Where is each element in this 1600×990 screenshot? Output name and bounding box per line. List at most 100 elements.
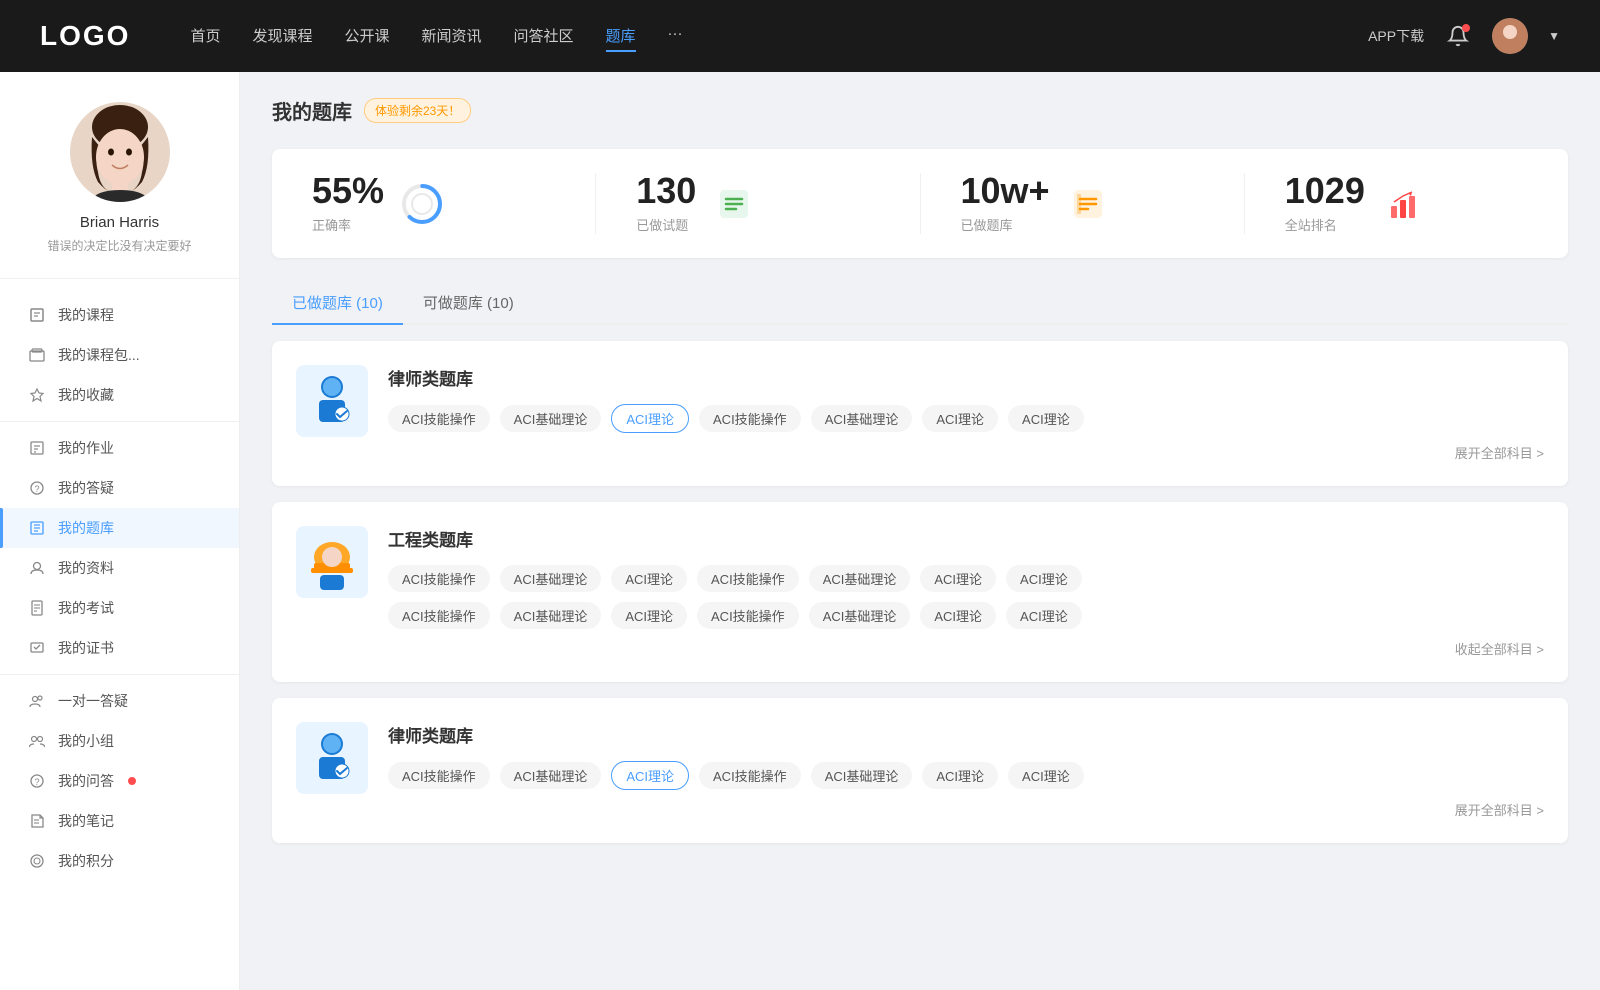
sidebar-item-my-course-package[interactable]: 我的课程包...	[0, 335, 239, 375]
sidebar-item-my-qa[interactable]: ? 我的问答	[0, 761, 239, 801]
main-layout: Brian Harris 错误的决定比没有决定要好 我的课程 我的课程包...	[0, 72, 1600, 990]
eng-tag-r2-2[interactable]: ACI理论	[611, 602, 687, 629]
sidebar: Brian Harris 错误的决定比没有决定要好 我的课程 我的课程包...	[0, 72, 240, 990]
tabs-row: 已做题库 (10) 可做题库 (10)	[272, 282, 1568, 325]
stat-done-questions-text: 130 已做试题	[636, 173, 696, 234]
eng-tag-r1-1[interactable]: ACI基础理论	[500, 565, 602, 592]
eng-tag-r1-4[interactable]: ACI基础理论	[809, 565, 911, 592]
tab-done-banks[interactable]: 已做题库 (10)	[272, 282, 403, 323]
nav-more[interactable]: ···	[668, 21, 683, 52]
qbank-card-engineer: 工程类题库 ACI技能操作 ACI基础理论 ACI理论 ACI技能操作 ACI基…	[272, 502, 1568, 682]
logo: LOGO	[40, 20, 130, 52]
sidebar-item-my-qbank-label: 我的题库	[58, 518, 114, 538]
nav-news[interactable]: 新闻资讯	[422, 21, 482, 52]
nav-qa[interactable]: 问答社区	[514, 21, 574, 52]
eng-tag-r1-3[interactable]: ACI技能操作	[697, 565, 799, 592]
qbank-title-lawyer-1: 律师类题库	[388, 365, 1544, 390]
stat-done-banks-label: 已做题库	[961, 215, 1050, 234]
expand-btn-lawyer-1[interactable]: 展开全部科目 >	[388, 443, 1544, 462]
collapse-btn-engineer[interactable]: 收起全部科目 >	[388, 639, 1544, 658]
eng-tag-r1-5[interactable]: ACI理论	[920, 565, 996, 592]
user-avatar	[70, 102, 170, 202]
qbank-tags-engineer-row1: ACI技能操作 ACI基础理论 ACI理论 ACI技能操作 ACI基础理论 AC…	[388, 565, 1544, 592]
tab-available-banks[interactable]: 可做题库 (10)	[403, 282, 534, 323]
sidebar-item-my-homework[interactable]: 我的作业	[0, 428, 239, 468]
sidebar-item-my-questions[interactable]: ? 我的答疑	[0, 468, 239, 508]
sidebar-item-my-certificate[interactable]: 我的证书	[0, 628, 239, 668]
nav-question-bank[interactable]: 题库	[606, 21, 636, 52]
eng-tag-r2-0[interactable]: ACI技能操作	[388, 602, 490, 629]
eng-tag-r1-0[interactable]: ACI技能操作	[388, 565, 490, 592]
sidebar-item-my-exam[interactable]: 我的考试	[0, 588, 239, 628]
sidebar-item-my-course-package-label: 我的课程包...	[58, 345, 140, 365]
favorites-icon	[28, 386, 46, 404]
qbank-tags-engineer-row2: ACI技能操作 ACI基础理论 ACI理论 ACI技能操作 ACI基础理论 AC…	[388, 602, 1544, 629]
nav-open-course[interactable]: 公开课	[344, 21, 389, 52]
sidebar-item-my-qa-label: 我的问答	[58, 771, 114, 791]
stat-accuracy-value: 55%	[312, 173, 384, 209]
my-qa-icon: ?	[28, 772, 46, 790]
qbank-card-lawyer-2: 律师类题库 ACI技能操作 ACI基础理论 ACI理论 ACI技能操作 ACI基…	[272, 698, 1568, 843]
l2-tag-0[interactable]: ACI技能操作	[388, 762, 490, 789]
stat-done-questions-label: 已做试题	[636, 215, 696, 234]
sidebar-item-my-qbank[interactable]: 我的题库	[0, 508, 239, 548]
l2-tag-1[interactable]: ACI基础理论	[500, 762, 602, 789]
l2-tag-4[interactable]: ACI基础理论	[811, 762, 913, 789]
tag-6[interactable]: ACI理论	[1008, 405, 1084, 432]
tag-2-active[interactable]: ACI理论	[611, 404, 689, 433]
notification-bell[interactable]	[1444, 22, 1472, 50]
navbar: LOGO 首页 发现课程 公开课 新闻资讯 问答社区 题库 ··· APP下载 …	[0, 0, 1600, 72]
eng-tag-r1-6[interactable]: ACI理论	[1006, 565, 1082, 592]
eng-tag-r2-6[interactable]: ACI理论	[1006, 602, 1082, 629]
qbank-engineer-icon	[296, 526, 368, 598]
eng-tag-r2-3[interactable]: ACI技能操作	[697, 602, 799, 629]
l2-tag-2-active[interactable]: ACI理论	[611, 761, 689, 790]
qbank-lawyer-2-icon	[296, 722, 368, 794]
eng-tag-r1-2[interactable]: ACI理论	[611, 565, 687, 592]
sidebar-item-my-notes[interactable]: 我的笔记	[0, 801, 239, 841]
nav-home[interactable]: 首页	[190, 21, 220, 52]
sidebar-item-my-points[interactable]: 我的积分	[0, 841, 239, 881]
sidebar-item-my-favorites[interactable]: 我的收藏	[0, 375, 239, 415]
sidebar-profile: Brian Harris 错误的决定比没有决定要好	[0, 102, 239, 279]
eng-tag-r2-5[interactable]: ACI理论	[920, 602, 996, 629]
qbank-content-engineer: 工程类题库 ACI技能操作 ACI基础理论 ACI理论 ACI技能操作 ACI基…	[388, 526, 1544, 658]
l2-tag-5[interactable]: ACI理论	[922, 762, 998, 789]
tag-3[interactable]: ACI技能操作	[699, 405, 801, 432]
nav-discover[interactable]: 发现课程	[252, 21, 312, 52]
tag-1[interactable]: ACI基础理论	[500, 405, 602, 432]
one-on-one-icon	[28, 692, 46, 710]
user-avatar-nav[interactable]	[1492, 18, 1528, 54]
sidebar-item-my-courses[interactable]: 我的课程	[0, 295, 239, 335]
qbank-title-lawyer-2: 律师类题库	[388, 722, 1544, 747]
l2-tag-3[interactable]: ACI技能操作	[699, 762, 801, 789]
sidebar-item-my-homework-label: 我的作业	[58, 438, 114, 458]
homework-icon	[28, 439, 46, 457]
sidebar-item-my-notes-label: 我的笔记	[58, 811, 114, 831]
qbank-lawyer-icon	[296, 365, 368, 437]
eng-tag-r2-4[interactable]: ACI基础理论	[809, 602, 911, 629]
stat-accuracy-text: 55% 正确率	[312, 173, 384, 234]
points-icon	[28, 852, 46, 870]
user-dropdown-arrow[interactable]: ▼	[1548, 29, 1560, 43]
qbank-icon	[28, 519, 46, 537]
sidebar-item-one-on-one[interactable]: 一对一答疑	[0, 681, 239, 721]
sidebar-item-my-courses-label: 我的课程	[58, 305, 114, 325]
sidebar-motto: 错误的决定比没有决定要好	[47, 237, 191, 254]
tag-4[interactable]: ACI基础理论	[811, 405, 913, 432]
rank-icon	[1381, 182, 1425, 226]
menu-divider-1	[0, 421, 239, 422]
stat-done-questions-value: 130	[636, 173, 696, 209]
sidebar-item-my-data[interactable]: 我的资料	[0, 548, 239, 588]
l2-tag-6[interactable]: ACI理论	[1008, 762, 1084, 789]
stat-accuracy: 55% 正确率	[272, 173, 596, 234]
trial-badge: 体验剩余23天！	[364, 98, 471, 123]
expand-btn-lawyer-2[interactable]: 展开全部科目 >	[388, 800, 1544, 819]
questions-icon: ?	[28, 479, 46, 497]
sidebar-item-my-group[interactable]: 我的小组	[0, 721, 239, 761]
qbank-tags-lawyer-1: ACI技能操作 ACI基础理论 ACI理论 ACI技能操作 ACI基础理论 AC…	[388, 404, 1544, 433]
tag-0[interactable]: ACI技能操作	[388, 405, 490, 432]
app-download-link[interactable]: APP下载	[1368, 26, 1424, 46]
tag-5[interactable]: ACI理论	[922, 405, 998, 432]
eng-tag-r2-1[interactable]: ACI基础理论	[500, 602, 602, 629]
